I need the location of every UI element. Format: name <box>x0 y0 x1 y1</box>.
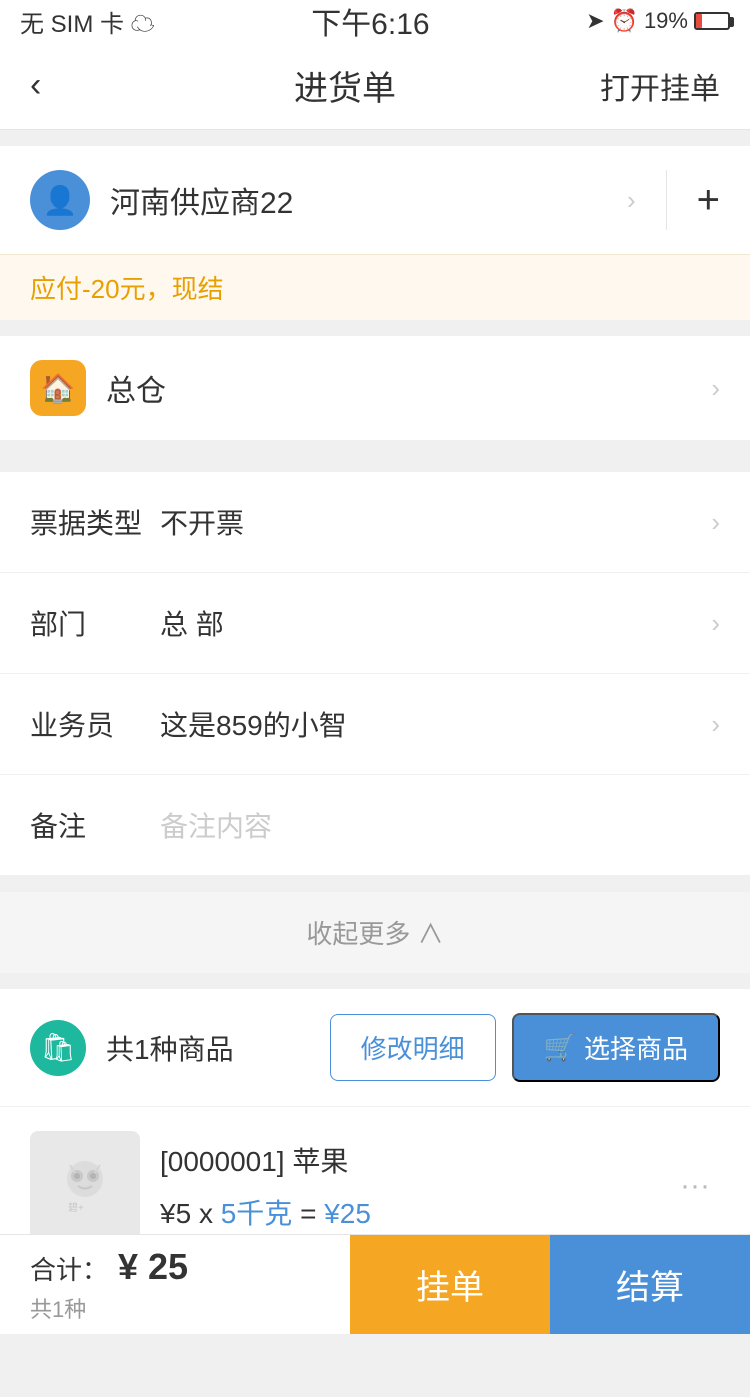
modify-detail-button[interactable]: 修改明细 <box>330 1014 496 1081</box>
warehouse-section: 🏠 总仓 › <box>0 336 750 440</box>
battery-text: 19% <box>644 8 688 34</box>
supplier-name: 河南供应商22 <box>110 178 627 222</box>
department-value: 总 部 <box>160 603 701 643</box>
department-arrow: › <box>711 608 720 639</box>
remark-label: 备注 <box>30 805 160 845</box>
salesperson-row[interactable]: 业务员 这是859的小智 › <box>0 674 750 775</box>
collapse-button[interactable]: 收起更多 ∧ <box>0 892 750 973</box>
checkout-button[interactable]: 结算 <box>550 1235 750 1334</box>
invoice-type-value: 不开票 <box>160 502 701 542</box>
svg-text:碧+: 碧+ <box>68 1202 84 1214</box>
salesperson-label: 业务员 <box>30 704 160 744</box>
shopping-icon: 🛍 <box>40 1031 76 1064</box>
supplier-section: 👤 河南供应商22 › + 应付-20元，现结 <box>0 146 750 320</box>
total-count: 共1种 <box>30 1292 320 1324</box>
product-name: [0000001] 苹果 <box>160 1140 670 1180</box>
product-total: ¥25 <box>324 1198 371 1229</box>
bottom-total: 合计： ¥ 25 共1种 <box>0 1235 350 1334</box>
invoice-type-arrow: › <box>711 507 720 538</box>
product-more-button[interactable]: ··· <box>670 1159 720 1213</box>
status-right: ➤ ⏰ 19% <box>586 8 730 34</box>
department-row[interactable]: 部门 总 部 › <box>0 573 750 674</box>
total-row: 合计： ¥ 25 <box>30 1246 320 1288</box>
products-icon: 🛍 <box>30 1020 86 1076</box>
add-supplier-button[interactable]: + <box>666 170 720 230</box>
products-count: 共1种商品 <box>106 1028 330 1068</box>
product-unit-price: ¥5 <box>160 1198 191 1229</box>
supplier-avatar: 👤 <box>30 170 90 230</box>
invoice-type-row[interactable]: 票据类型 不开票 › <box>0 472 750 573</box>
status-bar: 无 SIM 卡 ☁ 下午6:16 ➤ ⏰ 19% <box>0 0 750 42</box>
nav-bar: ‹ 进货单 打开挂单 <box>0 42 750 130</box>
salesperson-value: 这是859的小智 <box>160 704 701 744</box>
remark-row[interactable]: 备注 备注内容 <box>0 775 750 876</box>
supplier-note: 应付-20元，现结 <box>0 254 750 320</box>
remark-value[interactable]: 备注内容 <box>160 805 720 845</box>
department-label: 部门 <box>30 603 160 643</box>
product-quantity: 5千克 <box>221 1198 293 1229</box>
open-hold-button[interactable]: 打开挂单 <box>600 64 720 108</box>
product-code: [0000001] <box>160 1146 285 1177</box>
invoice-type-label: 票据类型 <box>30 502 160 542</box>
battery-icon <box>694 12 730 30</box>
house-icon: 🏠 <box>41 372 76 405</box>
form-section: 票据类型 不开票 › 部门 总 部 › 业务员 这是859的小智 › 备注 备注… <box>0 472 750 876</box>
equals-sign: = <box>300 1198 324 1229</box>
bottom-bar: 合计： ¥ 25 共1种 挂单 结算 <box>0 1234 750 1334</box>
product-info: [0000001] 苹果 ¥5 x 5千克 = ¥25 <box>160 1140 670 1232</box>
status-left: 无 SIM 卡 ☁ <box>20 4 155 39</box>
supplier-arrow-icon: › <box>627 185 636 216</box>
products-section: 🛍 共1种商品 修改明细 🛒 选择商品 碧+ <box>0 989 750 1265</box>
total-amount: ¥ 25 <box>118 1246 188 1288</box>
warehouse-row[interactable]: 🏠 总仓 › <box>0 336 750 440</box>
select-product-button[interactable]: 🛒 选择商品 <box>512 1013 720 1082</box>
sim-status: 无 SIM 卡 ☁ <box>20 4 155 39</box>
salesperson-arrow: › <box>711 709 720 740</box>
cart-icon: 🛒 <box>544 1032 576 1063</box>
supplier-row[interactable]: 👤 河南供应商22 › + <box>0 146 750 254</box>
products-header: 🛍 共1种商品 修改明细 🛒 选择商品 <box>0 989 750 1106</box>
warehouse-icon: 🏠 <box>30 360 86 416</box>
hold-order-button[interactable]: 挂单 <box>350 1235 550 1334</box>
warehouse-arrow-icon: › <box>711 373 720 404</box>
total-label: 合计： <box>30 1250 108 1287</box>
alarm-icon: ⏰ <box>611 8 638 34</box>
page-title: 进货单 <box>294 61 396 110</box>
avatar-icon: 👤 <box>43 184 78 217</box>
multiply-sign: x <box>199 1198 221 1229</box>
location-icon: ➤ <box>586 8 604 34</box>
product-price: ¥5 x 5千克 = ¥25 <box>160 1192 670 1232</box>
product-title-name: 苹果 <box>292 1146 348 1177</box>
warehouse-name: 总仓 <box>106 366 711 410</box>
product-thumbnail: 碧+ <box>30 1131 140 1241</box>
back-button[interactable]: ‹ <box>30 66 90 105</box>
product-placeholder-icon: 碧+ <box>50 1151 120 1221</box>
status-time: 下午6:16 <box>311 0 429 43</box>
